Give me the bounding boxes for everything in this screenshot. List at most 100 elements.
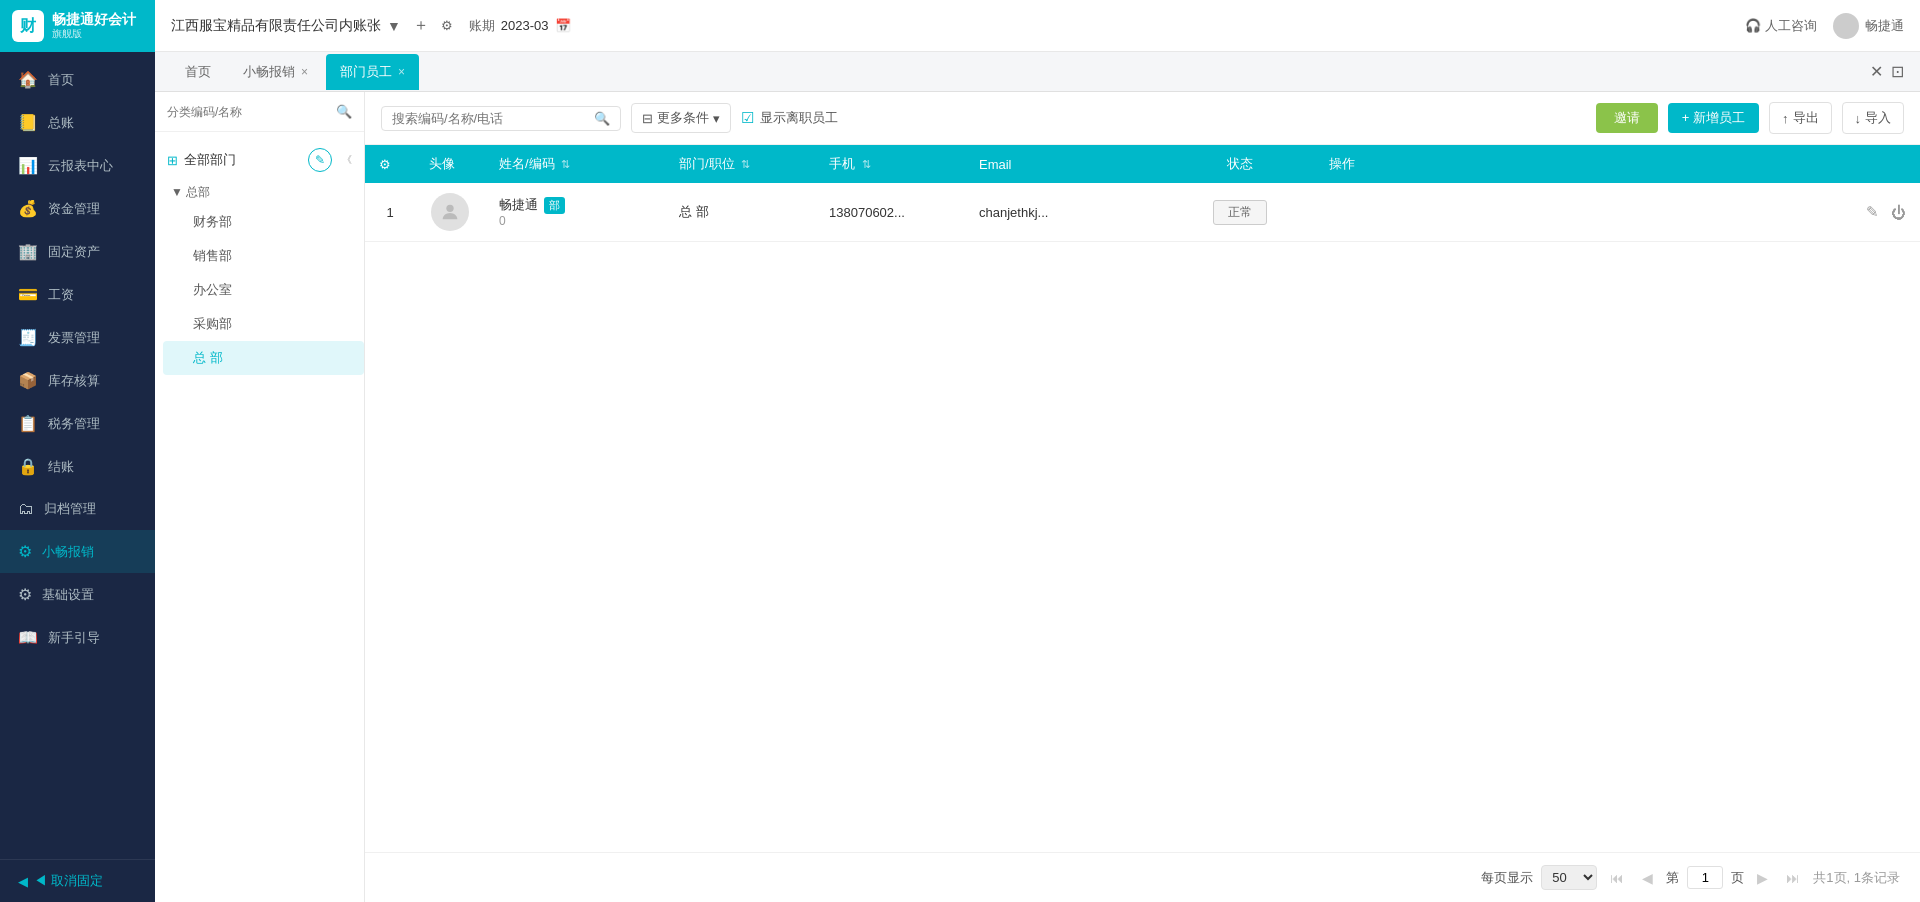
sidebar-label-payroll: 工资 <box>48 286 74 304</box>
settings-gear-icon[interactable]: ⚙ <box>441 18 453 33</box>
phone-sort-icon: ⇅ <box>862 158 871 170</box>
employee-table-wrap: ⚙ 头像 姓名/编码 ⇅ 部门/职位 ⇅ <box>365 145 1920 852</box>
tab-expense[interactable]: 小畅报销 × <box>229 54 322 90</box>
sidebar-item-expense[interactable]: ⚙ 小畅报销 <box>0 530 155 573</box>
user-menu[interactable]: 畅捷通 <box>1833 13 1904 39</box>
import-label: 导入 <box>1865 109 1891 127</box>
filter-down-icon: ▾ <box>713 111 720 126</box>
checkbox-icon: ☑ <box>741 109 754 127</box>
dept-purchase[interactable]: 采购部 <box>163 307 364 341</box>
page-first-button[interactable]: ⏮ <box>1605 868 1629 888</box>
sidebar-item-settings[interactable]: ⚙ 基础设置 <box>0 573 155 616</box>
page-prev-button[interactable]: ◀ <box>1637 868 1658 888</box>
tab-department[interactable]: 部门员工 × <box>326 54 419 90</box>
import-button[interactable]: ↓ 导入 <box>1842 102 1905 134</box>
employee-toolbar: 🔍 ⊟ 更多条件 ▾ ☑ 显示离职员工 邀请 + 新增员工 <box>365 92 1920 145</box>
cell-actions: ✎ ⏻ <box>1315 183 1920 242</box>
guide-icon: 📖 <box>18 628 38 647</box>
add-account-button[interactable]: ＋ <box>413 15 429 36</box>
support-button[interactable]: 🎧 人工咨询 <box>1745 17 1817 35</box>
sidebar-label-settings: 基础设置 <box>42 586 94 604</box>
employee-table: ⚙ 头像 姓名/编码 ⇅ 部门/职位 ⇅ <box>365 145 1920 242</box>
close-module-icon: 🔒 <box>18 457 38 476</box>
table-settings-icon: ⚙ <box>379 157 391 172</box>
pagination-bar: 每页显示 50 20 100 ⏮ ◀ 第 页 ▶ ⏭ 共1页, 1条记录 <box>365 852 1920 902</box>
th-name[interactable]: 姓名/编码 ⇅ <box>485 145 665 183</box>
dept-hq[interactable]: 总 部 <box>163 341 364 375</box>
show-resigned-label: 显示离职员工 <box>760 109 838 127</box>
page-last-button[interactable]: ⏭ <box>1781 868 1805 888</box>
edit-button[interactable]: ✎ <box>1866 203 1879 221</box>
employee-name: 畅捷通 <box>499 196 538 214</box>
th-dept[interactable]: 部门/职位 ⇅ <box>665 145 815 183</box>
svg-point-0 <box>446 205 453 212</box>
export-label: 导出 <box>1793 109 1819 127</box>
cancel-pin-button[interactable]: ◀ ◀ 取消固定 <box>0 859 155 902</box>
th-phone[interactable]: 手机 ⇅ <box>815 145 965 183</box>
page-size-select[interactable]: 50 20 100 <box>1541 865 1597 890</box>
sidebar-item-ledger[interactable]: 📒 总账 <box>0 101 155 144</box>
tabs-actions: ✕ ⊡ <box>1870 62 1904 81</box>
sidebar-item-close[interactable]: 🔒 结账 <box>0 445 155 488</box>
dept-office[interactable]: 办公室 <box>163 273 364 307</box>
avatar <box>1833 13 1859 39</box>
th-avatar: 头像 <box>415 145 485 183</box>
dept-search-icon[interactable]: 🔍 <box>336 104 352 119</box>
employee-search-icon[interactable]: 🔍 <box>594 111 610 126</box>
employee-search-input[interactable] <box>392 111 588 126</box>
sidebar-item-funds[interactable]: 💰 资金管理 <box>0 187 155 230</box>
invoice-icon: 🧾 <box>18 328 38 347</box>
show-resigned-toggle[interactable]: ☑ 显示离职员工 <box>741 109 838 127</box>
tab-expense-close[interactable]: × <box>301 65 308 79</box>
cell-email: chanjethkj... <box>965 183 1165 242</box>
invite-button[interactable]: 邀请 <box>1596 103 1658 133</box>
company-dropdown-icon[interactable]: ▼ <box>387 18 401 34</box>
th-dept-label: 部门/职位 <box>679 156 735 171</box>
dept-sort-icon: ⇅ <box>741 158 750 170</box>
tab-department-close[interactable]: × <box>398 65 405 79</box>
sidebar-item-tax[interactable]: 📋 税务管理 <box>0 402 155 445</box>
calendar-icon[interactable]: 📅 <box>555 18 571 33</box>
th-email-label: Email <box>979 157 1012 172</box>
sidebar-item-inventory[interactable]: 📦 库存核算 <box>0 359 155 402</box>
dept-sales[interactable]: 销售部 <box>163 239 364 273</box>
tab-close-button[interactable]: ✕ <box>1870 62 1883 81</box>
archive-icon: 🗂 <box>18 500 34 518</box>
all-dept-header[interactable]: ⊞ 全部部门 ✎ 《 <box>155 140 364 180</box>
sidebar-label-funds: 资金管理 <box>48 200 100 218</box>
collapse-icon[interactable]: 《 <box>342 153 352 167</box>
sidebar-item-payroll[interactable]: 💳 工资 <box>0 273 155 316</box>
reports-icon: 📊 <box>18 156 38 175</box>
page-next-button[interactable]: ▶ <box>1752 868 1773 888</box>
sidebar-item-invoice[interactable]: 🧾 发票管理 <box>0 316 155 359</box>
tab-expense-label: 小畅报销 <box>243 63 295 81</box>
dept-finance[interactable]: 财务部 <box>163 205 364 239</box>
tab-expand-button[interactable]: ⊡ <box>1891 62 1904 81</box>
page-input[interactable] <box>1687 866 1723 889</box>
sidebar-item-home[interactable]: 🏠 首页 <box>0 58 155 101</box>
cell-name: 畅捷通 部 0 <box>485 183 665 242</box>
sidebar-item-archive[interactable]: 🗂 归档管理 <box>0 488 155 530</box>
sidebar-item-reports[interactable]: 📊 云报表中心 <box>0 144 155 187</box>
add-employee-button[interactable]: + 新增员工 <box>1668 103 1759 133</box>
tab-home[interactable]: 首页 <box>171 54 225 90</box>
filter-button[interactable]: ⊟ 更多条件 ▾ <box>631 103 731 133</box>
dept-search-bar: 🔍 <box>155 92 364 132</box>
export-button[interactable]: ↑ 导出 <box>1769 102 1832 134</box>
logout-button[interactable]: ⏻ <box>1891 204 1906 221</box>
avatar <box>431 193 469 231</box>
cell-phone: 138070602... <box>815 183 965 242</box>
sidebar-label-guide: 新手引导 <box>48 629 100 647</box>
grid-icon: ⊞ <box>167 153 178 168</box>
topbar-period: 账期 2023-03 📅 <box>469 17 571 35</box>
period-value: 2023-03 <box>501 18 549 33</box>
page-total: 共1页, 1条记录 <box>1813 869 1900 887</box>
dept-search-input[interactable] <box>167 105 330 119</box>
sidebar-item-guide[interactable]: 📖 新手引导 <box>0 616 155 659</box>
home-icon: 🏠 <box>18 70 38 89</box>
logo-icon: 财 <box>12 10 44 42</box>
sidebar-label-inventory: 库存核算 <box>48 372 100 390</box>
sidebar-item-assets[interactable]: 🏢 固定资产 <box>0 230 155 273</box>
dept-edit-button[interactable]: ✎ <box>308 148 332 172</box>
th-settings[interactable]: ⚙ <box>365 145 415 183</box>
